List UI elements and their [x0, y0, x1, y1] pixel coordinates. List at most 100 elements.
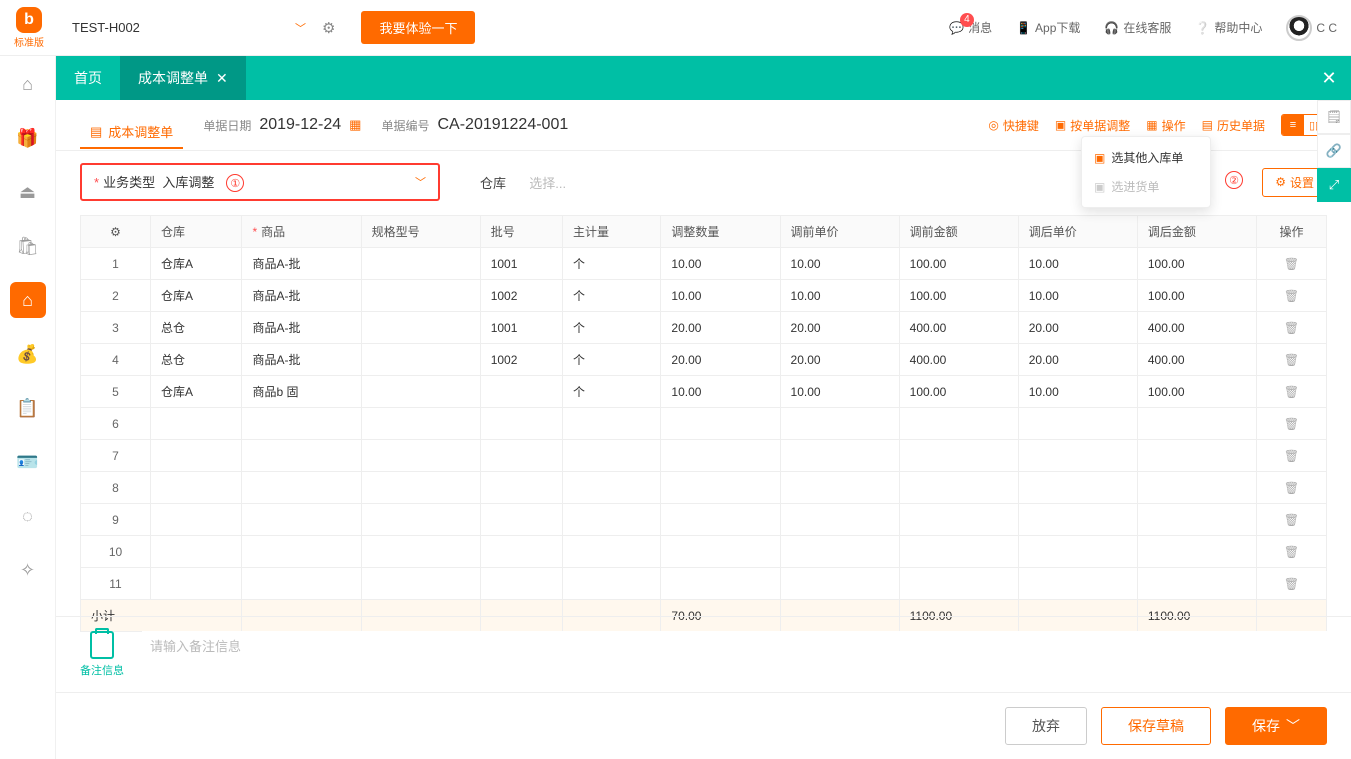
delete-row-icon[interactable]: 🗑	[1284, 385, 1299, 399]
col-post-price[interactable]: 调后单价	[1018, 216, 1137, 248]
table-header-row: ⚙ 仓库 *商品 规格型号 批号 主计量 调整数量 调前单价 调前金额 调后单价…	[81, 216, 1327, 248]
nav-warehouse[interactable]: ⌂	[10, 282, 46, 318]
doc-title: ▤成本调整单	[80, 116, 183, 149]
nav-home[interactable]: ⌂	[10, 66, 46, 102]
doc-date[interactable]: 2019-12-24	[259, 116, 341, 134]
headset-icon: 🎧	[1104, 21, 1119, 35]
rail-expand[interactable]: ⤢	[1317, 168, 1351, 202]
table-row-empty[interactable]: 10🗑	[81, 536, 1327, 568]
messages-link[interactable]: 💬 消息 4	[949, 19, 992, 36]
doc-number: CA-20191224-001	[437, 116, 568, 134]
table-row-empty[interactable]: 6🗑	[81, 408, 1327, 440]
nav-money[interactable]: 💰	[10, 336, 46, 372]
dd-purchase: ▣选进货单	[1082, 172, 1210, 201]
table-row[interactable]: 3总仓商品A-批1001个20.0020.00400.0020.00400.00…	[81, 312, 1327, 344]
logo: b 标准版	[14, 7, 44, 49]
doc-icon: ▣	[1094, 151, 1105, 165]
save-draft-button[interactable]: 保存草稿	[1101, 707, 1211, 745]
delete-row-icon[interactable]: 🗑	[1284, 257, 1299, 271]
main-area: 首页 成本调整单✕ ✕ ▤成本调整单 单据日期2019-12-24▦ 单据编号C…	[56, 56, 1351, 759]
remark-input[interactable]	[142, 631, 1327, 662]
user-menu[interactable]: C C	[1286, 15, 1337, 41]
env-select[interactable]: TEST-H002 ﹀	[64, 13, 314, 43]
page-tabs: 首页 成本调整单✕ ✕	[56, 56, 1351, 100]
msg-badge: 4	[960, 13, 974, 27]
header-right: 💬 消息 4 📱App下载 🎧在线客服 ❔帮助中心 C C	[949, 15, 1337, 41]
nav-report[interactable]: 📋	[10, 390, 46, 426]
chevron-down-icon: ﹀	[415, 174, 426, 190]
app-header: b 标准版 TEST-H002 ﹀ ⚙ 我要体验一下 💬 消息 4 📱App下载…	[0, 0, 1351, 56]
col-batch[interactable]: 批号	[480, 216, 562, 248]
table-row-empty[interactable]: 9🗑	[81, 504, 1327, 536]
doc-icon: ▤	[90, 124, 102, 140]
delete-row-icon[interactable]: 🗑	[1284, 321, 1299, 335]
nav-house-up[interactable]: ⏏	[10, 174, 46, 210]
delete-row-icon[interactable]: 🗑	[1284, 449, 1299, 463]
delete-row-icon[interactable]: 🗑	[1284, 353, 1299, 367]
warehouse-select[interactable]: 选择...	[529, 173, 566, 192]
table-row[interactable]: 1仓库A商品A-批1001个10.0010.00100.0010.00100.0…	[81, 248, 1327, 280]
grid: ⚙ 仓库 *商品 规格型号 批号 主计量 调整数量 调前单价 调前金额 调后单价…	[56, 215, 1351, 616]
dd-other-inbound[interactable]: ▣选其他入库单	[1082, 143, 1210, 172]
delete-row-icon[interactable]: 🗑	[1284, 577, 1299, 591]
biz-type-select[interactable]: *业务类型 入库调整① ﹀	[80, 163, 440, 201]
close-all-tabs[interactable]: ✕	[1307, 56, 1351, 100]
history-link[interactable]: ▤ 历史单据	[1202, 114, 1265, 136]
tab-home[interactable]: 首页	[56, 56, 120, 100]
doc-icon: ▣	[1094, 180, 1105, 194]
clipboard-icon	[90, 631, 114, 659]
gear-icon: ⚙	[1275, 175, 1286, 189]
delete-row-icon[interactable]: 🗑	[1284, 513, 1299, 527]
col-op[interactable]: 操作	[1257, 216, 1327, 248]
col-pre-price[interactable]: 调前单价	[780, 216, 899, 248]
table-row[interactable]: 4总仓商品A-批1002个20.0020.00400.0020.00400.00…	[81, 344, 1327, 376]
filter-row: *业务类型 入库调整① ﹀ 仓库 选择... ▣选其他入库单 ▣选进货单 ② ⚙…	[56, 151, 1351, 215]
close-icon[interactable]: ✕	[216, 70, 228, 87]
calendar-icon[interactable]: ▦	[349, 117, 361, 133]
table-row-empty[interactable]: 11🗑	[81, 568, 1327, 600]
table-row-empty[interactable]: 8🗑	[81, 472, 1327, 504]
table-row[interactable]: 5仓库A商品b 固个10.0010.00100.0010.00100.00🗑	[81, 376, 1327, 408]
delete-row-icon[interactable]: 🗑	[1284, 481, 1299, 495]
delete-row-icon[interactable]: 🗑	[1284, 289, 1299, 303]
discard-button[interactable]: 放弃	[1005, 707, 1087, 745]
footer-actions: 放弃 保存草稿 保存﹀	[56, 692, 1351, 759]
help-center-link[interactable]: ❔帮助中心	[1195, 19, 1262, 36]
col-prod[interactable]: *商品	[242, 216, 361, 248]
hotkey-link[interactable]: ◎ 快捷键	[988, 114, 1039, 136]
col-spec[interactable]: 规格型号	[361, 216, 480, 248]
nav-id[interactable]: 🪪	[10, 444, 46, 480]
help-icon: ❔	[1195, 21, 1210, 35]
col-gear[interactable]: ⚙	[81, 216, 151, 248]
table-row-empty[interactable]: 7🗑	[81, 440, 1327, 472]
col-pre-amt[interactable]: 调前金额	[899, 216, 1018, 248]
col-qty[interactable]: 调整数量	[661, 216, 780, 248]
ops-link[interactable]: ▦ 操作	[1146, 114, 1185, 136]
col-unit[interactable]: 主计量	[563, 216, 661, 248]
save-button[interactable]: 保存﹀	[1225, 707, 1327, 745]
col-wh[interactable]: 仓库	[151, 216, 242, 248]
by-order-link[interactable]: ▣ 按单据调整	[1055, 114, 1130, 136]
nav-new[interactable]: ✧	[10, 552, 46, 588]
env-value: TEST-H002	[72, 20, 140, 35]
app-download-link[interactable]: 📱App下载	[1016, 19, 1080, 36]
doc-toolbar: ◎ 快捷键 ▣ 按单据调整 ▦ 操作 ▤ 历史单据 ≡ ▯▯	[988, 114, 1327, 136]
delete-row-icon[interactable]: 🗑	[1284, 545, 1299, 559]
delete-row-icon[interactable]: 🗑	[1284, 417, 1299, 431]
col-post-amt[interactable]: 调后金额	[1137, 216, 1256, 248]
nav-bag[interactable]: 🛍	[10, 228, 46, 264]
nav-loading[interactable]: ◌	[10, 498, 46, 534]
annotation-1: ①	[226, 174, 244, 192]
customer-service-link[interactable]: 🎧在线客服	[1104, 19, 1171, 36]
side-nav: ⌂ 🎁 ⏏ 🛍 ⌂ 💰 📋 🪪 ◌ ✧	[0, 56, 56, 759]
tab-current[interactable]: 成本调整单✕	[120, 56, 246, 100]
rail-link[interactable]: 🔗	[1317, 134, 1351, 168]
annotation-2: ②	[1225, 171, 1243, 189]
trial-button[interactable]: 我要体验一下	[361, 11, 475, 44]
view-list[interactable]: ≡	[1282, 115, 1304, 135]
nav-gift[interactable]: 🎁	[10, 120, 46, 156]
table-row[interactable]: 2仓库A商品A-批1002个10.0010.00100.0010.00100.0…	[81, 280, 1327, 312]
settings-gear-icon[interactable]: ⚙	[322, 19, 335, 37]
phone-icon: 📱	[1016, 21, 1031, 35]
rail-note[interactable]: 🗒	[1317, 100, 1351, 134]
